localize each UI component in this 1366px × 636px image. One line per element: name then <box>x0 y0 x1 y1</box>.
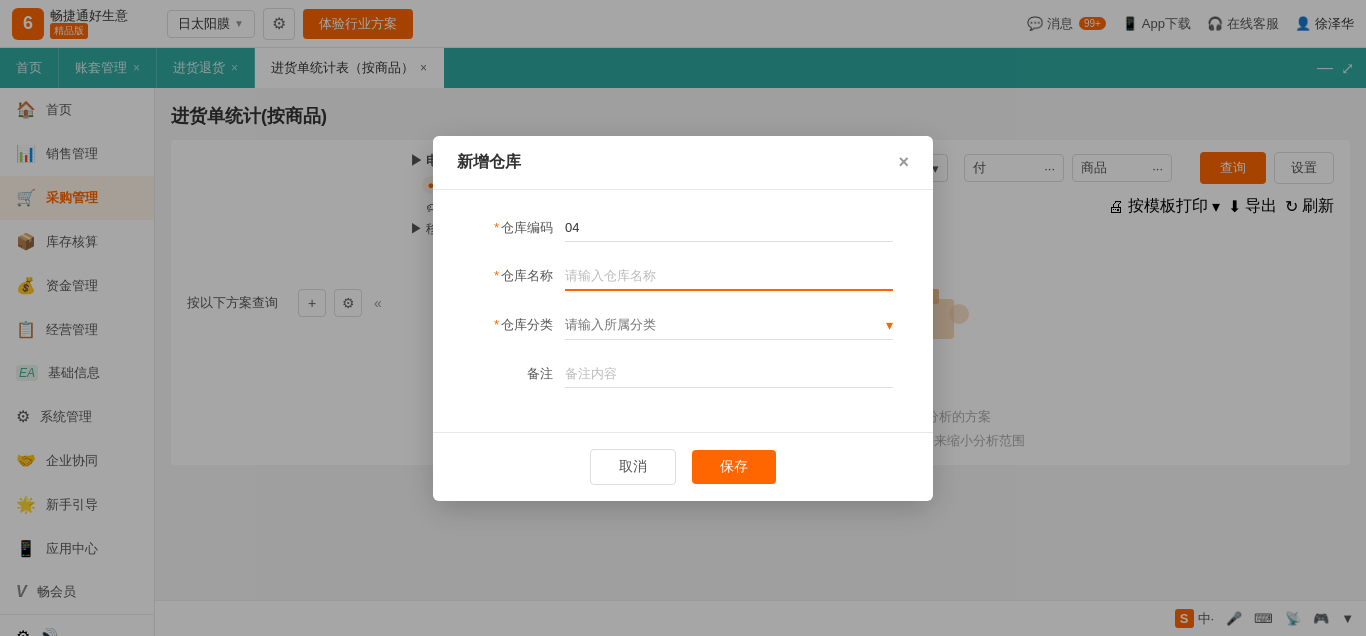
warehouse-code-label: *仓库编码 <box>473 219 553 237</box>
modal-footer: 取消 保存 <box>433 432 933 501</box>
warehouse-name-row: *仓库名称 <box>473 262 893 291</box>
modal-overlay: 新增仓库 × *仓库编码 *仓库名称 *仓库分类 <box>0 0 1366 636</box>
warehouse-category-select[interactable]: ▾ <box>565 311 893 340</box>
modal-body: *仓库编码 *仓库名称 *仓库分类 ▾ <box>433 190 933 432</box>
warehouse-notes-row: 备注 <box>473 360 893 388</box>
warehouse-category-input[interactable] <box>565 317 886 332</box>
warehouse-notes-label: 备注 <box>473 365 553 383</box>
warehouse-code-input[interactable] <box>565 214 893 242</box>
add-warehouse-modal: 新增仓库 × *仓库编码 *仓库名称 *仓库分类 <box>433 136 933 501</box>
category-dropdown-icon[interactable]: ▾ <box>886 317 893 333</box>
cancel-button[interactable]: 取消 <box>590 449 676 485</box>
warehouse-name-label: *仓库名称 <box>473 267 553 285</box>
modal-title: 新增仓库 <box>457 152 521 173</box>
warehouse-category-row: *仓库分类 ▾ <box>473 311 893 340</box>
save-button[interactable]: 保存 <box>692 450 776 484</box>
warehouse-name-input[interactable] <box>565 262 893 291</box>
modal-header: 新增仓库 × <box>433 136 933 190</box>
warehouse-notes-input[interactable] <box>565 360 893 388</box>
warehouse-code-row: *仓库编码 <box>473 214 893 242</box>
warehouse-category-label: *仓库分类 <box>473 316 553 334</box>
modal-close-button[interactable]: × <box>898 152 909 173</box>
